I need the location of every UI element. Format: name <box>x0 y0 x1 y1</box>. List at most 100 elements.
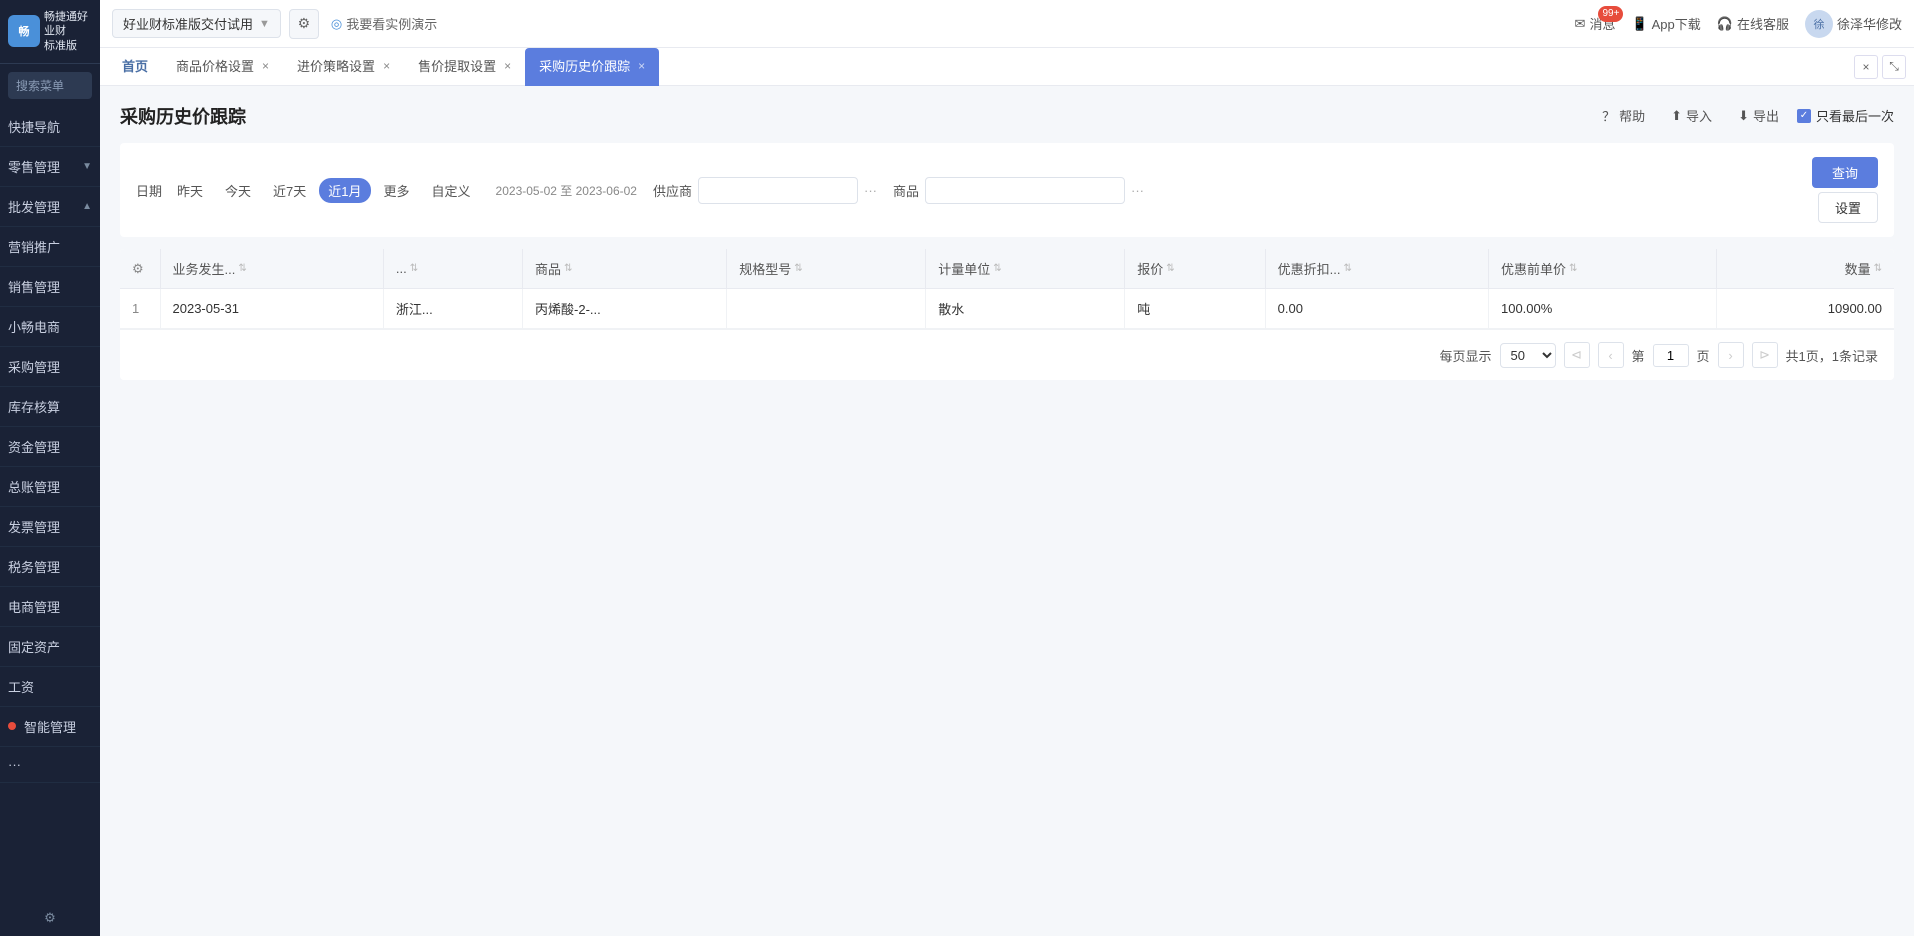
th-gear[interactable]: ⚙ <box>120 249 160 289</box>
tab-home[interactable]: 首页 <box>108 48 162 86</box>
sidebar-item-ecommerce[interactable]: 电商管理 <box>0 587 100 627</box>
tab-close-icon[interactable]: × <box>383 59 390 73</box>
sidebar-item-unknown[interactable]: ··· <box>0 747 100 783</box>
sidebar-item-finance[interactable]: 资金管理 <box>0 427 100 467</box>
th-quantity[interactable]: 数量 ⇅ <box>1717 249 1894 289</box>
sidebar-item-marketing[interactable]: 营销推广 <box>0 227 100 267</box>
page-label: 第 <box>1632 346 1645 365</box>
page-size-select[interactable]: 10 20 50 100 <box>1500 343 1556 368</box>
sidebar-item-ecommerce-small[interactable]: 小畅电商 <box>0 307 100 347</box>
supplier-dots[interactable]: ··· <box>864 183 877 198</box>
headset-icon: 🎧 <box>1717 16 1733 32</box>
message-button[interactable]: ✉ 消息 99+ <box>1575 14 1616 33</box>
sidebar-item-retail[interactable]: 零售管理 ▼ <box>0 147 100 187</box>
sort-icon: ⇅ <box>238 263 246 274</box>
export-button[interactable]: ⬇ 导出 <box>1730 102 1787 129</box>
chevron-up-icon: ▲ <box>82 201 92 212</box>
sidebar-item-purchase[interactable]: 采购管理 <box>0 347 100 387</box>
cell-pre-discount-price: 10900.00 <box>1717 289 1894 329</box>
import-icon: ⬆ <box>1671 108 1682 124</box>
app-logo: 畅 畅捷通好业财 标准版 <box>0 0 100 64</box>
date-last1m[interactable]: 近1月 <box>319 178 370 203</box>
sort-icon: ⇅ <box>794 263 802 274</box>
app-download-button[interactable]: 📱 App下载 <box>1631 14 1700 33</box>
sidebar-item-sales[interactable]: 销售管理 <box>0 267 100 307</box>
data-table: ⚙ 业务发生... ⇅ ... <box>120 249 1894 329</box>
data-table-container: ⚙ 业务发生... ⇅ ... <box>120 249 1894 380</box>
close-tab-button[interactable]: × <box>1854 55 1878 79</box>
red-dot-icon <box>8 722 16 730</box>
settings-gear-button[interactable]: ⚙ <box>289 9 319 39</box>
sidebar-item-general-ledger[interactable]: 总账管理 <box>0 467 100 507</box>
page-next-button[interactable]: › <box>1718 342 1744 368</box>
topbar-right: ✉ 消息 99+ 📱 App下载 🎧 在线客服 徐 徐泽华修改 <box>1575 10 1902 38</box>
sidebar-item-wholesale[interactable]: 批发管理 ▲ <box>0 187 100 227</box>
tab-close-icon[interactable]: × <box>262 59 269 73</box>
sidebar-item-inventory[interactable]: 库存核算 <box>0 387 100 427</box>
only-latest-checkbox-label[interactable]: ✓ 只看最后一次 <box>1797 106 1894 125</box>
th-more[interactable]: ... ⇅ <box>383 249 522 289</box>
online-service-button[interactable]: 🎧 在线客服 <box>1717 14 1789 33</box>
tab-close-icon[interactable]: × <box>504 59 511 73</box>
th-unit[interactable]: 计量单位 ⇅ <box>926 249 1125 289</box>
sidebar-item-invoice[interactable]: 发票管理 <box>0 507 100 547</box>
page-first-button[interactable]: ⊲ <box>1564 342 1590 368</box>
cell-spec <box>727 289 926 329</box>
sidebar-item-fixed-assets[interactable]: 固定资产 <box>0 627 100 667</box>
date-last7[interactable]: 近7天 <box>264 178 315 203</box>
page-last-button[interactable]: ⊳ <box>1752 342 1778 368</box>
date-custom[interactable]: 自定义 <box>423 178 480 203</box>
version-selector[interactable]: 好业财标准版交付试用 ▼ <box>112 9 281 38</box>
th-product[interactable]: 商品 ⇅ <box>523 249 727 289</box>
avatar: 徐 <box>1805 10 1833 38</box>
sidebar-settings-button[interactable]: ⚙ <box>0 900 100 936</box>
user-menu[interactable]: 徐 徐泽华修改 <box>1805 10 1902 38</box>
page-actions: ？ 帮助 ⬆ 导入 ⬇ 导出 ✓ 只看最后一次 <box>1594 102 1894 129</box>
date-options: 昨天 今天 近7天 近1月 更多 自定义 <box>168 178 480 203</box>
sidebar-search-area[interactable]: 搜索菜单 <box>0 64 100 107</box>
search-menu-button[interactable]: 搜索菜单 <box>8 72 92 99</box>
filter-settings-button[interactable]: 设置 <box>1818 192 1878 223</box>
sort-icon: ⇅ <box>1343 263 1351 274</box>
th-date[interactable]: 业务发生... ⇅ <box>160 249 383 289</box>
date-yesterday[interactable]: 昨天 <box>168 178 212 203</box>
tab-price-settings[interactable]: 商品价格设置 × <box>162 48 283 86</box>
import-button[interactable]: ⬆ 导入 <box>1663 102 1720 129</box>
th-discount[interactable]: 优惠折扣... ⇅ <box>1265 249 1488 289</box>
checkbox-checked-icon: ✓ <box>1797 109 1811 123</box>
date-more[interactable]: 更多 <box>375 178 419 203</box>
tab-purchase-history[interactable]: 采购历史价跟踪 × <box>525 48 659 86</box>
sidebar-item-quick-nav[interactable]: 快捷导航 <box>0 107 100 147</box>
cell-unit: 散水 <box>926 289 1125 329</box>
tab-close-icon[interactable]: × <box>638 59 645 73</box>
supplier-input[interactable] <box>698 177 858 204</box>
logo-text: 畅捷通好业财 标准版 <box>44 10 92 53</box>
message-badge: 99+ <box>1598 6 1623 22</box>
help-button[interactable]: ？ 帮助 <box>1594 102 1653 129</box>
maximize-tab-button[interactable]: ⤡ <box>1882 55 1906 79</box>
date-range-display: 2023-05-02 至 2023-06-02 <box>496 182 637 199</box>
query-button[interactable]: 查询 <box>1812 157 1878 188</box>
page-number-input[interactable] <box>1653 344 1689 367</box>
page-prev-button[interactable]: ‹ <box>1598 342 1624 368</box>
date-today[interactable]: 今天 <box>216 178 260 203</box>
th-spec[interactable]: 规格型号 ⇅ <box>727 249 926 289</box>
filter-actions: 查询 设置 <box>1812 157 1878 223</box>
th-pre-discount-price[interactable]: 优惠前单价 ⇅ <box>1488 249 1716 289</box>
tab-pricing-strategy[interactable]: 进价策略设置 × <box>283 48 404 86</box>
th-price[interactable]: 报价 ⇅ <box>1125 249 1265 289</box>
cell-date: 2023-05-31 <box>160 289 383 329</box>
tab-sale-extract[interactable]: 售价提取设置 × <box>404 48 525 86</box>
sidebar-item-salary[interactable]: 工资 <box>0 667 100 707</box>
table-row: 1 2023-05-31 浙江... 丙烯酸-2-... 散水 吨 0.00 1… <box>120 289 1894 329</box>
product-dots[interactable]: ··· <box>1131 183 1144 198</box>
demo-button[interactable]: ◎ 我要看实例演示 <box>331 14 437 33</box>
gear-icon: ⚙ <box>44 910 56 926</box>
sort-icon: ⇅ <box>410 263 418 274</box>
sidebar-item-smart[interactable]: 智能管理 <box>0 707 100 747</box>
chevron-down-icon: ▼ <box>259 18 270 30</box>
sidebar-item-tax[interactable]: 税务管理 <box>0 547 100 587</box>
product-input[interactable] <box>925 177 1125 204</box>
supplier-filter-group: 供应商 ··· <box>653 177 877 204</box>
cell-supplier: 浙江... <box>383 289 522 329</box>
